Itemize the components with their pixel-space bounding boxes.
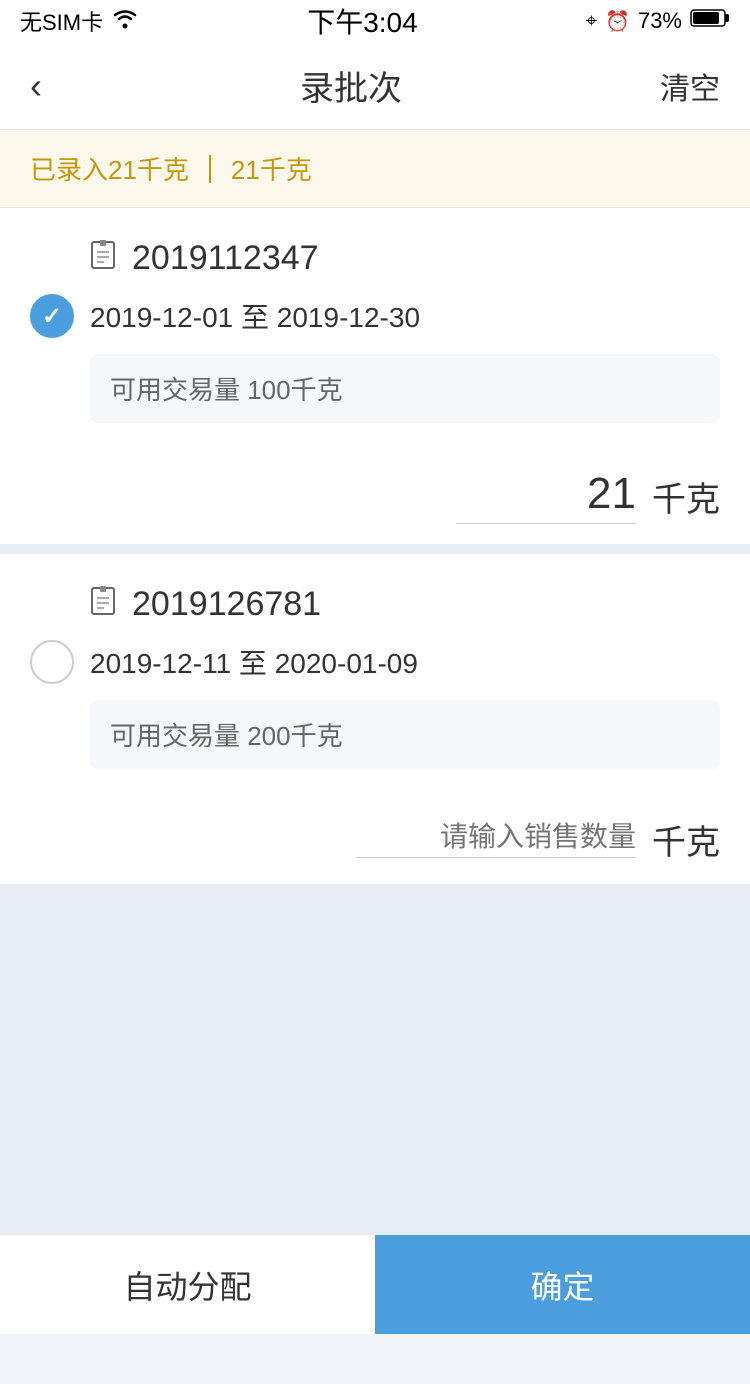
quantity-unit-2: 千克 [652,815,720,864]
quantity-unit-1: 千克 [652,472,720,521]
batch-icon-1 [90,238,122,278]
auto-distribute-button[interactable]: 自动分配 [0,1235,375,1334]
gray-area [0,884,750,1284]
page-title: 录批次 [300,61,402,110]
status-left: 无SIM卡 [20,5,139,37]
batch-item-2: 2019126781 2019-12-11 至 2020-01-09 可用交易量… [0,554,750,805]
footer: 自动分配 确定 [0,1234,750,1334]
batch-radio-1[interactable] [30,294,74,338]
info-banner: 已录入21千克 21千克 [0,130,750,208]
quantity-input-row-2[interactable]: 千克 [0,805,750,884]
battery-icon [690,8,730,34]
batch-header-2: 2019126781 [30,584,720,624]
alarm-icon: ⏰ [605,9,630,34]
batch-header-1: 2019112347 [30,238,720,278]
quantity-underline-2 [356,857,636,858]
batch-icon-2 [90,584,122,624]
batch-date-row-1[interactable]: 2019-12-01 至 2019-12-30 [30,294,720,338]
quantity-underline-1 [456,523,636,524]
batch-date-1: 2019-12-01 至 2019-12-30 [90,296,420,336]
batch-item-1: 2019112347 2019-12-01 至 2019-12-30 可用交易量… [0,208,750,459]
quantity-value-1: 21 [587,469,636,519]
status-time: 下午3:04 [307,1,418,41]
batch-date-2: 2019-12-11 至 2020-01-09 [90,642,418,682]
available-qty-1: 可用交易量 100千克 [90,354,720,423]
batch-radio-2[interactable] [30,640,74,684]
confirm-label: 确定 [530,1262,594,1308]
recorded-label: 已录入21千克 [30,150,189,187]
wifi-icon [111,7,139,35]
battery-text: 73% [638,8,682,34]
quantity-display-1: 21 千克 [0,459,750,544]
nav-bar: ‹ 录批次 清空 [0,42,750,130]
location-icon: ⌖ [586,10,597,33]
confirm-button[interactable]: 确定 [375,1235,750,1334]
status-right: ⌖ ⏰ 73% [586,8,730,34]
batch-date-row-2[interactable]: 2019-12-11 至 2020-01-09 [30,640,720,684]
status-bar: 无SIM卡 下午3:04 ⌖ ⏰ 73% [0,0,750,42]
clear-button[interactable]: 清空 [660,64,720,108]
no-sim-text: 无SIM卡 [20,5,103,37]
info-value: 21千克 [231,150,312,187]
back-button[interactable]: ‹ [30,65,42,107]
batch-separator [0,544,750,554]
batch-id-1: 2019112347 [132,239,319,278]
batch-id-2: 2019126781 [132,585,321,624]
quantity-input-2[interactable] [356,821,636,853]
available-qty-2: 可用交易量 200千克 [90,700,720,769]
info-divider [209,155,211,183]
auto-distribute-label: 自动分配 [123,1262,251,1308]
